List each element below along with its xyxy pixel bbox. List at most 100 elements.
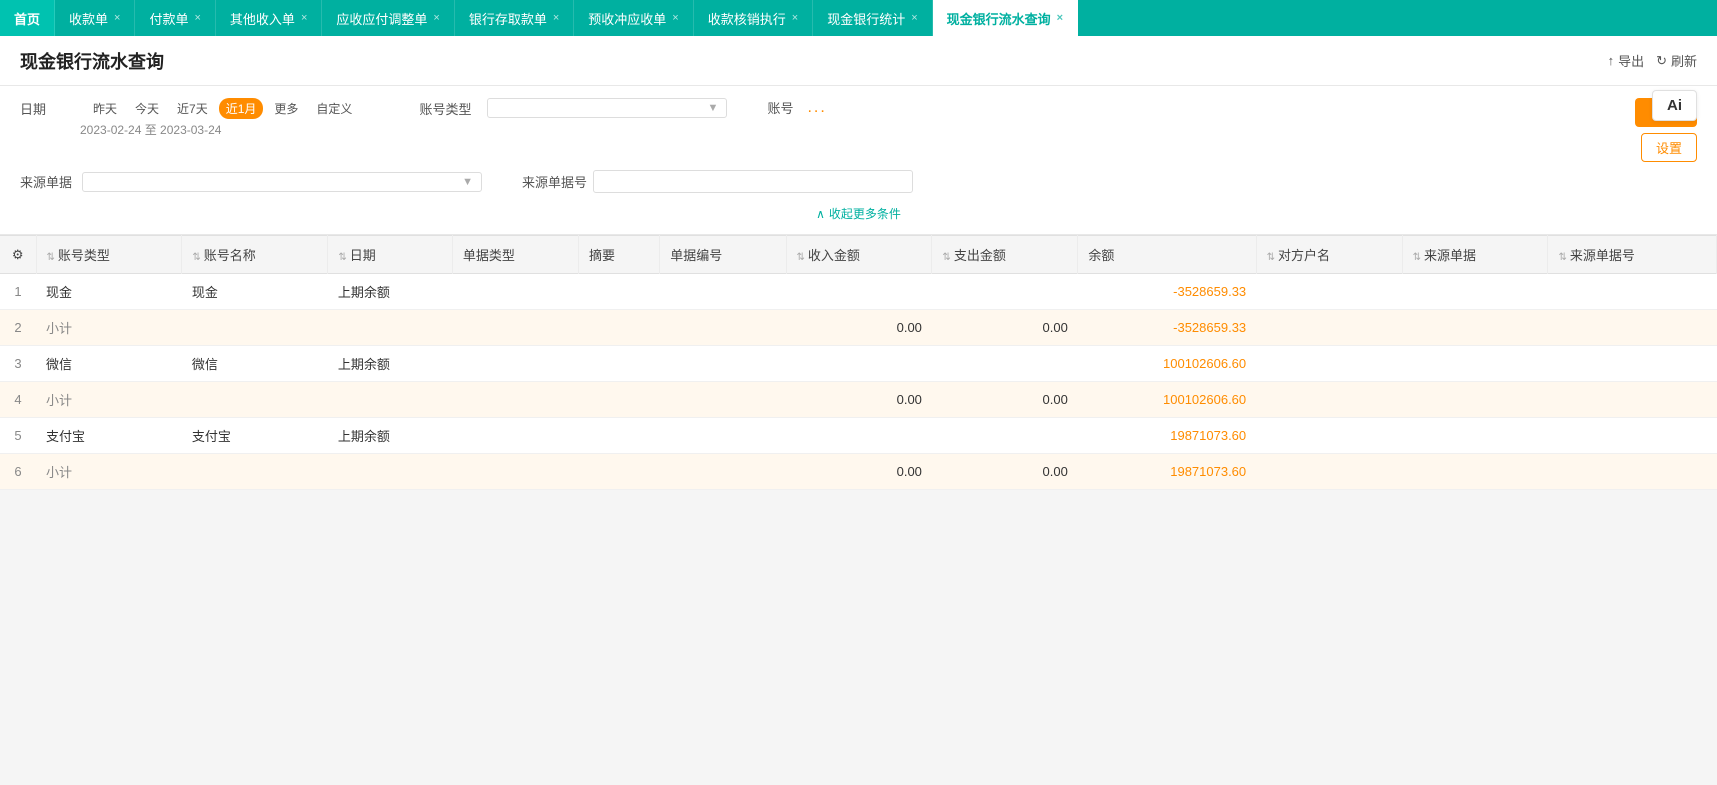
cell-src-doc-no bbox=[1548, 346, 1717, 382]
nav-adjustment-close[interactable]: × bbox=[433, 12, 439, 24]
sort-icon-account-name: ⇅ bbox=[192, 252, 200, 263]
cell-date: 上期余额 bbox=[328, 346, 453, 382]
nav-cashflow-close[interactable]: × bbox=[1057, 12, 1063, 24]
account-type-label: 账号类型 bbox=[419, 99, 475, 118]
th-src-doc[interactable]: ⇅来源单据 bbox=[1402, 236, 1548, 274]
cell-doc-no bbox=[660, 310, 786, 346]
th-income[interactable]: ⇅收入金额 bbox=[786, 236, 932, 274]
cell-src-doc bbox=[1402, 418, 1548, 454]
cell-doc-type bbox=[452, 346, 578, 382]
cell-balance: -3528659.33 bbox=[1078, 274, 1256, 310]
cell-account-name: 微信 bbox=[182, 346, 328, 382]
gear-col-header[interactable]: ⚙ bbox=[0, 236, 36, 274]
cell-summary bbox=[579, 310, 660, 346]
cell-account-name: 支付宝 bbox=[182, 418, 328, 454]
date-custom[interactable]: 自定义 bbox=[309, 98, 359, 119]
row-num: 3 bbox=[0, 346, 36, 382]
nav-stats[interactable]: 现金银行统计 × bbox=[813, 0, 932, 36]
refresh-icon: ↻ bbox=[1656, 53, 1667, 69]
cell-src-doc-no bbox=[1548, 418, 1717, 454]
cell-account-name bbox=[182, 454, 328, 490]
refresh-button[interactable]: ↻ 刷新 bbox=[1656, 51, 1697, 70]
cell-expense: 0.00 bbox=[932, 454, 1078, 490]
cell-balance: 19871073.60 bbox=[1078, 454, 1256, 490]
cell-expense bbox=[932, 274, 1078, 310]
cell-account-type: 现金 bbox=[36, 274, 182, 310]
th-summary: 摘要 bbox=[579, 236, 660, 274]
settings-button[interactable]: 设置 bbox=[1641, 133, 1697, 162]
date-today[interactable]: 今天 bbox=[128, 98, 166, 119]
sort-icon-src-doc: ⇅ bbox=[1413, 252, 1421, 263]
nav-home[interactable]: 首页 bbox=[0, 0, 55, 36]
cell-summary bbox=[579, 382, 660, 418]
th-account-type[interactable]: ⇅账号类型 bbox=[36, 236, 182, 274]
nav-other-income-close[interactable]: × bbox=[301, 12, 307, 24]
cell-src-doc bbox=[1402, 454, 1548, 490]
sort-icon-src-doc-no: ⇅ bbox=[1558, 252, 1566, 263]
cell-doc-type bbox=[452, 454, 578, 490]
sort-icon-income: ⇅ bbox=[797, 252, 805, 263]
nav-receipt[interactable]: 收款单 × bbox=[55, 0, 135, 36]
nav-cashflow[interactable]: 现金银行流水查询 × bbox=[933, 0, 1078, 36]
nav-writeoff-close[interactable]: × bbox=[792, 12, 798, 24]
ai-label: Ai bbox=[1667, 97, 1682, 114]
cell-account-name bbox=[182, 310, 328, 346]
date-yesterday[interactable]: 昨天 bbox=[86, 98, 124, 119]
nav-home-label: 首页 bbox=[14, 9, 40, 28]
th-date[interactable]: ⇅日期 bbox=[328, 236, 453, 274]
account-no-label: 账号 bbox=[767, 98, 795, 117]
cell-expense: 0.00 bbox=[932, 310, 1078, 346]
export-icon: ↑ bbox=[1608, 53, 1615, 68]
cell-balance: 100102606.60 bbox=[1078, 346, 1256, 382]
nav-adjustment[interactable]: 应收应付调整单 × bbox=[322, 0, 454, 36]
nav-bank-deposit-close[interactable]: × bbox=[553, 12, 559, 24]
account-type-chevron-icon: ▼ bbox=[708, 102, 719, 114]
nav-payment-close[interactable]: × bbox=[194, 12, 200, 24]
nav-other-income[interactable]: 其他收入单 × bbox=[216, 0, 322, 36]
source-doc-select[interactable]: ▼ bbox=[82, 172, 482, 192]
data-table: ⚙ ⇅账号类型 ⇅账号名称 ⇅日期 单据类型 摘要 单据编号 ⇅收入金额 bbox=[0, 235, 1717, 490]
cell-account-type: 支付宝 bbox=[36, 418, 182, 454]
cell-summary bbox=[579, 454, 660, 490]
cell-account-name: 现金 bbox=[182, 274, 328, 310]
cell-expense bbox=[932, 346, 1078, 382]
cell-account-type: 微信 bbox=[36, 346, 182, 382]
cell-income bbox=[786, 274, 932, 310]
date-1month[interactable]: 近1月 bbox=[219, 98, 264, 119]
cell-summary bbox=[579, 418, 660, 454]
cell-account-name bbox=[182, 382, 328, 418]
th-src-doc-no[interactable]: ⇅来源单据号 bbox=[1548, 236, 1717, 274]
th-counterpart[interactable]: ⇅对方户名 bbox=[1256, 236, 1402, 274]
collapse-button[interactable]: ∧ 收起更多条件 bbox=[20, 201, 1697, 226]
table-area: ⚙ ⇅账号类型 ⇅账号名称 ⇅日期 单据类型 摘要 单据编号 ⇅收入金额 bbox=[0, 235, 1717, 490]
ai-badge[interactable]: Ai bbox=[1652, 90, 1697, 121]
nav-stats-close[interactable]: × bbox=[911, 12, 917, 24]
source-doc-no-input[interactable] bbox=[593, 170, 913, 193]
nav-writeoff[interactable]: 收款核销执行 × bbox=[694, 0, 813, 36]
sort-icon-date: ⇅ bbox=[338, 252, 346, 263]
source-doc-label: 来源单据 bbox=[20, 172, 76, 191]
nav-payment[interactable]: 付款单 × bbox=[135, 0, 215, 36]
nav-prepay[interactable]: 预收冲应收单 × bbox=[574, 0, 693, 36]
cell-income: 0.00 bbox=[786, 454, 932, 490]
cell-src-doc bbox=[1402, 346, 1548, 382]
cell-src-doc-no bbox=[1548, 454, 1717, 490]
cell-balance: -3528659.33 bbox=[1078, 310, 1256, 346]
nav-receipt-close[interactable]: × bbox=[114, 12, 120, 24]
cell-summary bbox=[579, 274, 660, 310]
nav-adjustment-label: 应收应付调整单 bbox=[336, 9, 427, 28]
nav-prepay-close[interactable]: × bbox=[672, 12, 678, 24]
cell-account-type: 小计 bbox=[36, 454, 182, 490]
cell-counterpart bbox=[1256, 382, 1402, 418]
cell-src-doc-no bbox=[1548, 382, 1717, 418]
th-expense[interactable]: ⇅支出金额 bbox=[932, 236, 1078, 274]
nav-bank-deposit[interactable]: 银行存取款单 × bbox=[455, 0, 574, 36]
account-no-dots[interactable]: ... bbox=[807, 99, 826, 117]
th-account-name[interactable]: ⇅账号名称 bbox=[182, 236, 328, 274]
cell-balance: 19871073.60 bbox=[1078, 418, 1256, 454]
date-more[interactable]: 更多 bbox=[267, 98, 305, 119]
export-button[interactable]: ↑ 导出 bbox=[1608, 51, 1645, 70]
nav-other-income-label: 其他收入单 bbox=[230, 9, 295, 28]
account-type-select[interactable]: ▼ bbox=[487, 98, 727, 118]
date-7days[interactable]: 近7天 bbox=[170, 98, 215, 119]
